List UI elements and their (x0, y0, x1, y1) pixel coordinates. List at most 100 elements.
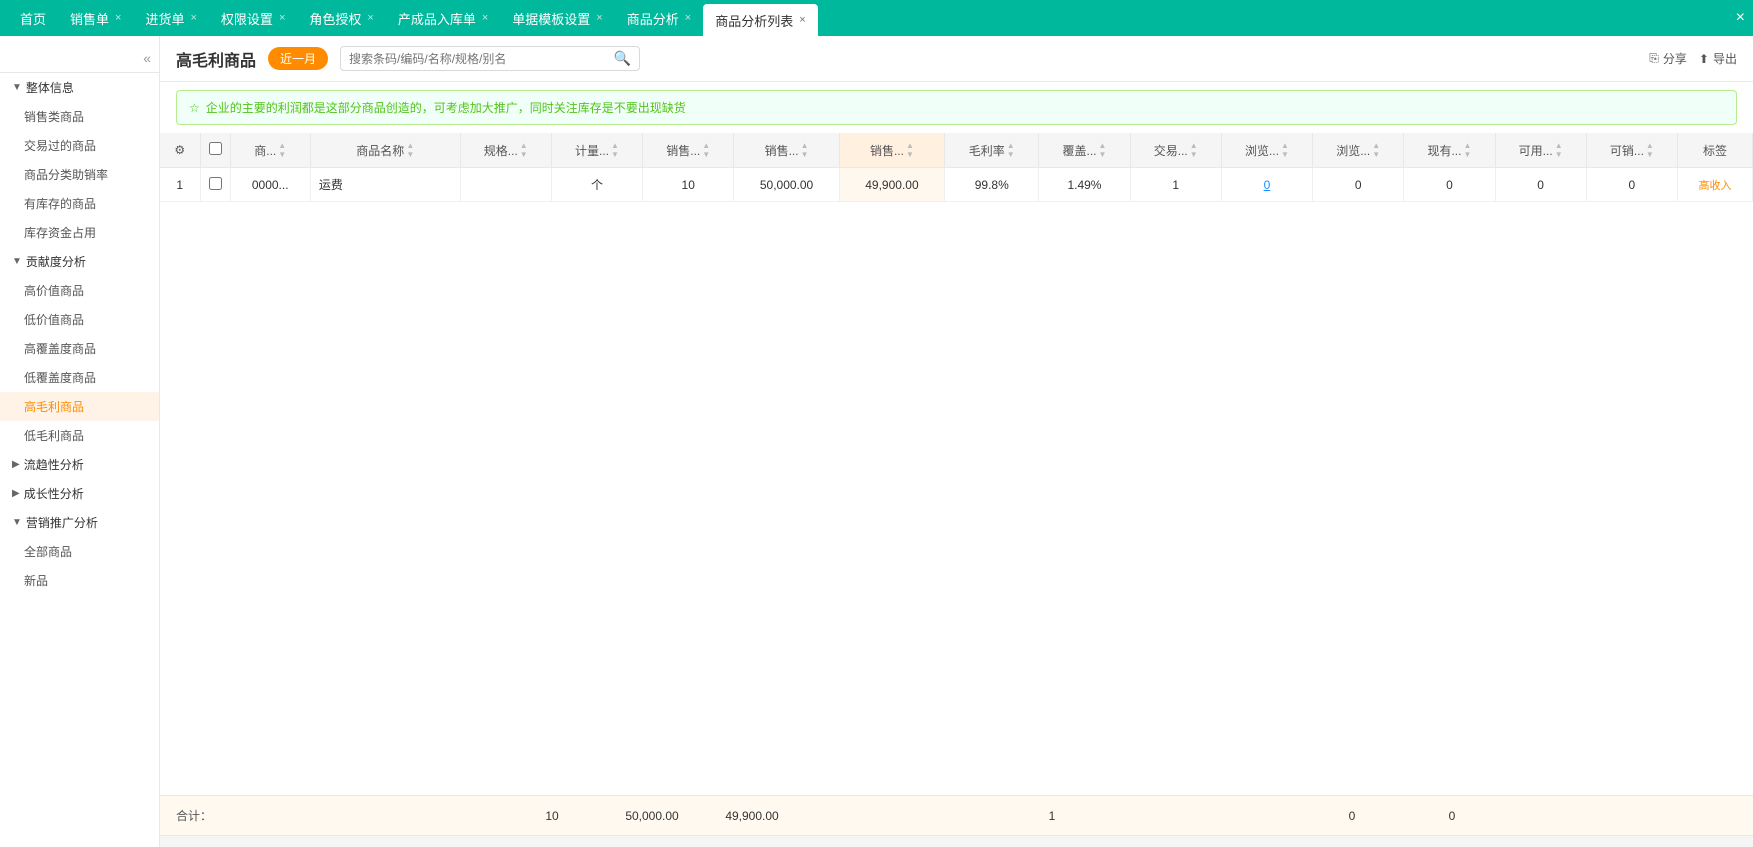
sidebar-group-overall-items: 销售类商品 交易过的商品 商品分类助销率 有库存的商品 库存资金占用 (0, 102, 159, 247)
sidebar-item-high-margin[interactable]: 高毛利商品 (0, 392, 159, 421)
col-checkbox (200, 133, 230, 168)
sidebar-item-low-coverage[interactable]: 低覆盖度商品 (0, 363, 159, 392)
share-button[interactable]: ⎘ 分享 (1649, 50, 1687, 67)
nav-close-all[interactable]: × (1736, 9, 1745, 27)
page-title: 高毛利商品 (176, 47, 256, 71)
sidebar-group-contribution[interactable]: ▼ 贡献度分析 (0, 247, 159, 276)
share-icon: ⎘ (1649, 51, 1659, 66)
col-gross-margin[interactable]: 毛利率 ▲▼ (945, 133, 1039, 168)
sidebar-item-category-rate[interactable]: 商品分类助销率 (0, 160, 159, 189)
table-row: 1 0000... 运费 个 10 50,000.00 49,900.00 99… (160, 168, 1753, 202)
row-view2: 0 (1313, 168, 1404, 202)
sidebar-item-all-goods[interactable]: 全部商品 (0, 537, 159, 566)
row-name: 运费 (310, 168, 460, 202)
search-input[interactable] (349, 52, 614, 66)
footer-label: 合计： (176, 807, 212, 824)
row-gross-margin: 99.8% (945, 168, 1039, 202)
sidebar-item-low-value[interactable]: 低价值商品 (0, 305, 159, 334)
col-view2[interactable]: 浏览... ▲▼ (1313, 133, 1404, 168)
main-layout: « ▼ 整体信息 销售类商品 交易过的商品 商品分类助销率 有库存的商品 库存资… (0, 36, 1753, 847)
horizontal-scrollbar[interactable] (160, 835, 1753, 847)
col-current-stock[interactable]: 现有... ▲▼ (1404, 133, 1495, 168)
nav-purchase-order[interactable]: 进货单 × (133, 0, 208, 36)
col-sales-qty[interactable]: 销售... ▲▼ (643, 133, 734, 168)
search-icon[interactable]: 🔍 (614, 50, 631, 67)
header-actions: ⎘ 分享 ⬆ 导出 (1649, 50, 1737, 67)
sidebar-item-stock-capital[interactable]: 库存资金占用 (0, 218, 159, 247)
sidebar-group-marketing-arrow: ▼ (12, 517, 22, 528)
row-coverage: 1.49% (1039, 168, 1130, 202)
sidebar-group-overall[interactable]: ▼ 整体信息 (0, 73, 159, 102)
filter-recent-month[interactable]: 近一月 (268, 47, 328, 70)
row-sales-qty: 10 (643, 168, 734, 202)
info-icon: ☆ (189, 101, 200, 115)
sidebar-item-sales-goods[interactable]: 销售类商品 (0, 102, 159, 131)
sidebar-item-high-coverage[interactable]: 高覆盖度商品 (0, 334, 159, 363)
col-sellable-stock[interactable]: 可销... ▲▼ (1586, 133, 1677, 168)
nav-product-analysis[interactable]: 商品分析 × (615, 0, 703, 36)
footer-available-stock: 0 (1412, 809, 1492, 823)
col-view1[interactable]: 浏览... ▲▼ (1221, 133, 1312, 168)
footer-sales-profit: 49,900.00 (712, 809, 792, 823)
sidebar-item-new-goods[interactable]: 新品 (0, 566, 159, 595)
nav-template-settings[interactable]: 单据模板设置 × (500, 0, 614, 36)
nav-sales-order[interactable]: 销售单 × (58, 0, 133, 36)
footer-trade: 1 (1012, 809, 1092, 823)
nav-role-auth[interactable]: 角色授权 × (297, 0, 385, 36)
nav-product-inbound[interactable]: 产成品入库单 × (386, 0, 500, 36)
nav-close-inbound[interactable]: × (482, 12, 488, 24)
col-name[interactable]: 商品名称 ▲▼ (310, 133, 460, 168)
col-tag[interactable]: 标签 (1678, 133, 1753, 168)
col-settings[interactable]: ⚙ (160, 133, 200, 168)
col-code[interactable]: 商... ▲▼ (230, 133, 310, 168)
row-trade: 1 (1130, 168, 1221, 202)
data-table: ⚙ 商... ▲▼ 商品名称 (160, 133, 1753, 202)
sidebar-item-high-value[interactable]: 高价值商品 (0, 276, 159, 305)
sidebar-item-in-stock[interactable]: 有库存的商品 (0, 189, 159, 218)
sidebar-group-marketing[interactable]: ▼ 营销推广分析 (0, 508, 159, 537)
nav-close-analysis-list[interactable]: × (799, 14, 805, 26)
col-sales-profit[interactable]: 销售... ▲▼ (839, 133, 944, 168)
col-unit[interactable]: 计量... ▲▼ (551, 133, 642, 168)
row-code: 0000... (230, 168, 310, 202)
sidebar-group-marketing-items: 全部商品 新品 (0, 537, 159, 595)
data-table-container: ⚙ 商... ▲▼ 商品名称 (160, 133, 1753, 795)
nav-close-template[interactable]: × (596, 12, 602, 24)
nav-close-sales[interactable]: × (115, 12, 121, 24)
export-button[interactable]: ⬆ 导出 (1699, 50, 1737, 67)
sidebar-group-growth[interactable]: ▶ 成长性分析 (0, 479, 159, 508)
col-available-stock[interactable]: 可用... ▲▼ (1495, 133, 1586, 168)
row-unit: 个 (551, 168, 642, 202)
row-view1[interactable]: 0 (1221, 168, 1312, 202)
col-trade[interactable]: 交易... ▲▼ (1130, 133, 1221, 168)
nav-close-purchase[interactable]: × (190, 12, 196, 24)
sidebar-group-contribution-items: 高价值商品 低价值商品 高覆盖度商品 低覆盖度商品 高毛利商品 低毛利商品 (0, 276, 159, 450)
row-current-stock: 0 (1404, 168, 1495, 202)
col-spec[interactable]: 规格... ▲▼ (460, 133, 551, 168)
col-sales-amount[interactable]: 销售... ▲▼ (734, 133, 839, 168)
sidebar-item-traded-goods[interactable]: 交易过的商品 (0, 131, 159, 160)
sidebar-group-overall-arrow: ▼ (12, 82, 22, 93)
row-available-stock: 0 (1495, 168, 1586, 202)
settings-icon[interactable]: ⚙ (174, 143, 185, 157)
nav-close-permission[interactable]: × (279, 12, 285, 24)
info-banner: ☆ 企业的主要的利润都是这部分商品创造的，可考虑加大推广，同时关注库存是不要出现… (176, 90, 1737, 125)
sidebar-group-growth-arrow: ▶ (12, 488, 20, 499)
col-coverage[interactable]: 覆盖... ▲▼ (1039, 133, 1130, 168)
nav-close-analysis[interactable]: × (685, 12, 691, 24)
sidebar: « ▼ 整体信息 销售类商品 交易过的商品 商品分类助销率 有库存的商品 库存资… (0, 36, 160, 847)
row-tag: 高收入 (1678, 168, 1753, 202)
row-checkbox[interactable] (200, 168, 230, 202)
sidebar-group-trend[interactable]: ▶ 流趋性分析 (0, 450, 159, 479)
content-area: 高毛利商品 近一月 🔍 ⎘ 分享 ⬆ 导出 ☆ 企业的主要的利润都是这部分商品创… (160, 36, 1753, 847)
search-box: 🔍 (340, 46, 640, 71)
nav-product-analysis-list[interactable]: 商品分析列表 × (703, 4, 817, 36)
sidebar-collapse-btn[interactable]: « (143, 50, 151, 66)
nav-permission-settings[interactable]: 权限设置 × (209, 0, 297, 36)
row-sellable-stock: 0 (1586, 168, 1677, 202)
nav-home[interactable]: 首页 (8, 0, 58, 36)
sidebar-group-trend-arrow: ▶ (12, 459, 20, 470)
sidebar-item-low-margin[interactable]: 低毛利商品 (0, 421, 159, 450)
nav-close-role[interactable]: × (367, 12, 373, 24)
select-all-checkbox[interactable] (209, 142, 222, 155)
